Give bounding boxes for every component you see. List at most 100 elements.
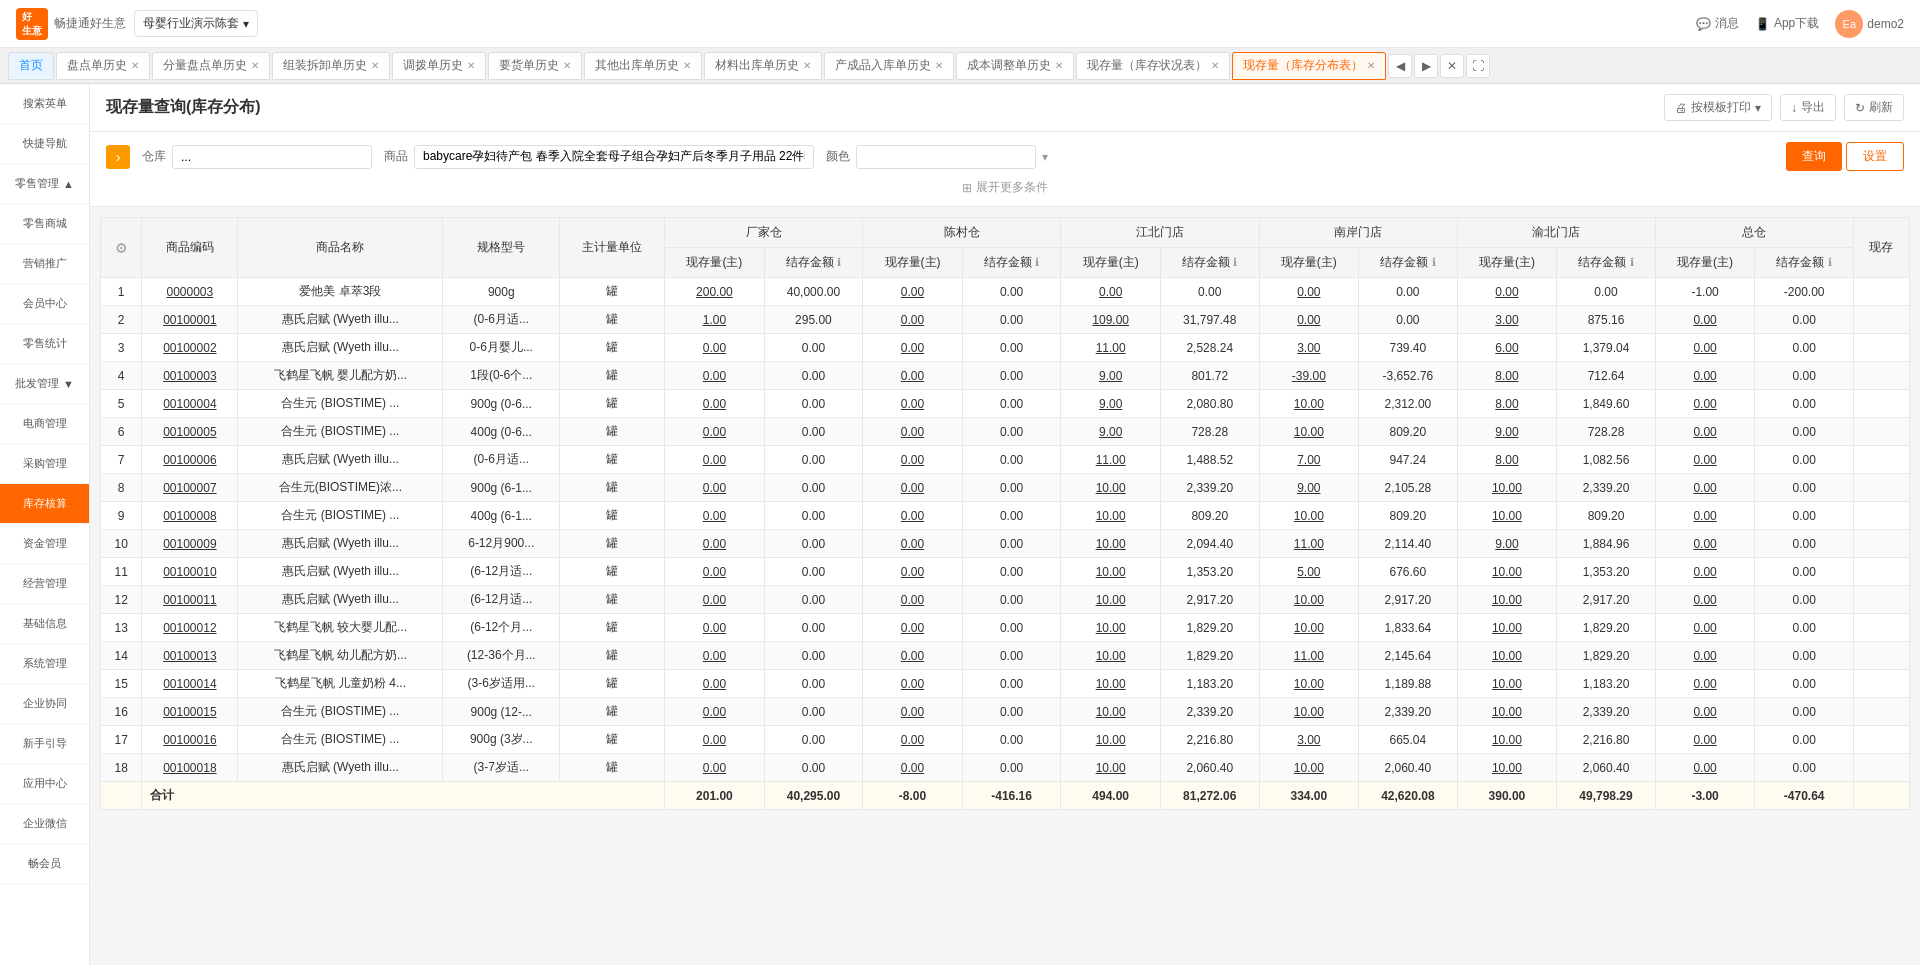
print-button[interactable]: 🖨 按模板打印 ▾ — [1664, 94, 1772, 121]
goods-input[interactable] — [414, 145, 814, 169]
row-chenxi-qty[interactable]: 0.00 — [863, 530, 963, 558]
row-chenxi-qty[interactable]: 0.00 — [863, 698, 963, 726]
row-code[interactable]: 00100010 — [142, 558, 238, 586]
sidebar-item-retail-mgmt[interactable]: 零售管理 ▲ — [0, 164, 89, 204]
row-jiangbei-qty[interactable]: 10.00 — [1061, 726, 1161, 754]
row-total-qty[interactable]: 0.00 — [1655, 586, 1755, 614]
tab-material-out[interactable]: 材料出库单历史 ✕ — [704, 52, 822, 80]
row-factory-qty[interactable]: 0.00 — [665, 614, 765, 642]
sidebar-item-member-plus[interactable]: 畅会员 — [0, 844, 89, 884]
row-chenxi-qty[interactable]: 0.00 — [863, 390, 963, 418]
row-code[interactable]: 0000003 — [142, 278, 238, 306]
row-factory-qty[interactable]: 0.00 — [665, 726, 765, 754]
row-jiangbei-qty[interactable]: 9.00 — [1061, 362, 1161, 390]
row-nanan-qty[interactable]: -39.00 — [1259, 362, 1359, 390]
row-factory-qty[interactable]: 0.00 — [665, 698, 765, 726]
row-total-qty[interactable]: 0.00 — [1655, 558, 1755, 586]
sidebar-item-quick-nav[interactable]: 快捷导航 — [0, 124, 89, 164]
message-btn[interactable]: 💬 消息 — [1696, 15, 1739, 32]
row-chenxi-qty[interactable]: 0.00 — [863, 278, 963, 306]
row-yubeimen-qty[interactable]: 9.00 — [1457, 418, 1557, 446]
row-nanan-qty[interactable]: 3.00 — [1259, 334, 1359, 362]
row-jiangbei-qty[interactable]: 10.00 — [1061, 474, 1161, 502]
user-profile[interactable]: Ea demo2 — [1835, 10, 1904, 38]
sidebar-item-inventory-check[interactable]: 库存核算 — [0, 484, 89, 524]
color-input[interactable] — [856, 145, 1036, 169]
row-yubeimen-qty[interactable]: 10.00 — [1457, 502, 1557, 530]
row-factory-qty[interactable]: 0.00 — [665, 530, 765, 558]
export-button[interactable]: ↓ 导出 — [1780, 94, 1836, 121]
row-total-qty[interactable]: 0.00 — [1655, 642, 1755, 670]
tab-other-out[interactable]: 其他出库单历史 ✕ — [584, 52, 702, 80]
gear-button[interactable]: ⚙ — [115, 240, 128, 256]
row-total-qty[interactable]: 0.00 — [1655, 474, 1755, 502]
row-jiangbei-qty[interactable]: 11.00 — [1061, 446, 1161, 474]
row-factory-qty[interactable]: 1.00 — [665, 306, 765, 334]
row-jiangbei-qty[interactable]: 10.00 — [1061, 670, 1161, 698]
row-code[interactable]: 00100007 — [142, 474, 238, 502]
close-icon[interactable]: ✕ — [563, 60, 571, 71]
row-jiangbei-qty[interactable]: 10.00 — [1061, 530, 1161, 558]
row-factory-qty[interactable]: 0.00 — [665, 642, 765, 670]
info-icon[interactable]: ℹ — [1828, 256, 1832, 268]
row-factory-qty[interactable]: 0.00 — [665, 586, 765, 614]
row-total-qty[interactable]: 0.00 — [1655, 390, 1755, 418]
row-total-qty[interactable]: 0.00 — [1655, 726, 1755, 754]
row-code[interactable]: 00100018 — [142, 754, 238, 782]
row-code[interactable]: 00100002 — [142, 334, 238, 362]
row-code[interactable]: 00100014 — [142, 670, 238, 698]
row-jiangbei-qty[interactable]: 109.00 — [1061, 306, 1161, 334]
row-chenxi-qty[interactable]: 0.00 — [863, 474, 963, 502]
row-code[interactable]: 00100009 — [142, 530, 238, 558]
row-nanan-qty[interactable]: 7.00 — [1259, 446, 1359, 474]
row-code[interactable]: 00100004 — [142, 390, 238, 418]
settings-button[interactable]: 设置 — [1846, 142, 1904, 171]
close-icon[interactable]: ✕ — [467, 60, 475, 71]
tab-group-unpack[interactable]: 组装拆卸单历史 ✕ — [272, 52, 390, 80]
row-code[interactable]: 00100016 — [142, 726, 238, 754]
expand-conditions-btn[interactable]: ⊞ 展开更多条件 — [962, 179, 1048, 196]
search-button[interactable]: 查询 — [1786, 142, 1842, 171]
row-chenxi-qty[interactable]: 0.00 — [863, 586, 963, 614]
row-total-qty[interactable]: 0.00 — [1655, 306, 1755, 334]
row-chenxi-qty[interactable]: 0.00 — [863, 502, 963, 530]
row-nanan-qty[interactable]: 11.00 — [1259, 530, 1359, 558]
info-icon[interactable]: ℹ — [1233, 256, 1237, 268]
row-yubeimen-qty[interactable]: 0.00 — [1457, 278, 1557, 306]
tab-expand-btn[interactable]: ⛶ — [1466, 54, 1490, 78]
row-code[interactable]: 00100005 — [142, 418, 238, 446]
row-factory-qty[interactable]: 0.00 — [665, 362, 765, 390]
refresh-button[interactable]: ↻ 刷新 — [1844, 94, 1904, 121]
close-icon[interactable]: ✕ — [803, 60, 811, 71]
row-chenxi-qty[interactable]: 0.00 — [863, 306, 963, 334]
row-yubeimen-qty[interactable]: 3.00 — [1457, 306, 1557, 334]
sidebar-item-system-mgmt[interactable]: 系统管理 — [0, 644, 89, 684]
row-chenxi-qty[interactable]: 0.00 — [863, 362, 963, 390]
warehouse-input[interactable] — [172, 145, 372, 169]
sidebar-item-member-center[interactable]: 会员中心 — [0, 284, 89, 324]
sidebar-item-ops-mgmt[interactable]: 经营管理 — [0, 564, 89, 604]
sidebar-item-ecommerce-mgmt[interactable]: 电商管理 — [0, 404, 89, 444]
row-nanan-qty[interactable]: 9.00 — [1259, 474, 1359, 502]
row-nanan-qty[interactable]: 10.00 — [1259, 390, 1359, 418]
row-code[interactable]: 00100011 — [142, 586, 238, 614]
close-icon[interactable]: ✕ — [1211, 60, 1219, 71]
row-factory-qty[interactable]: 0.00 — [665, 446, 765, 474]
row-chenxi-qty[interactable]: 0.00 — [863, 558, 963, 586]
sidebar-item-retail-stats[interactable]: 零售统计 — [0, 324, 89, 364]
row-total-qty[interactable]: -1.00 — [1655, 278, 1755, 306]
info-icon[interactable]: ℹ — [837, 256, 841, 268]
tab-transfer[interactable]: 调拨单历史 ✕ — [392, 52, 486, 80]
filter-toggle-btn[interactable]: › — [106, 145, 130, 169]
row-factory-qty[interactable]: 0.00 — [665, 558, 765, 586]
row-factory-qty[interactable]: 0.00 — [665, 334, 765, 362]
row-yubeimen-qty[interactable]: 10.00 — [1457, 474, 1557, 502]
sidebar-item-enterprise-wechat[interactable]: 企业微信 — [0, 804, 89, 844]
info-icon[interactable]: ℹ — [1432, 256, 1436, 268]
row-factory-qty[interactable]: 0.00 — [665, 502, 765, 530]
row-chenxi-qty[interactable]: 0.00 — [863, 334, 963, 362]
row-chenxi-qty[interactable]: 0.00 — [863, 418, 963, 446]
row-chenxi-qty[interactable]: 0.00 — [863, 754, 963, 782]
row-yubeimen-qty[interactable]: 10.00 — [1457, 670, 1557, 698]
row-nanan-qty[interactable]: 0.00 — [1259, 278, 1359, 306]
